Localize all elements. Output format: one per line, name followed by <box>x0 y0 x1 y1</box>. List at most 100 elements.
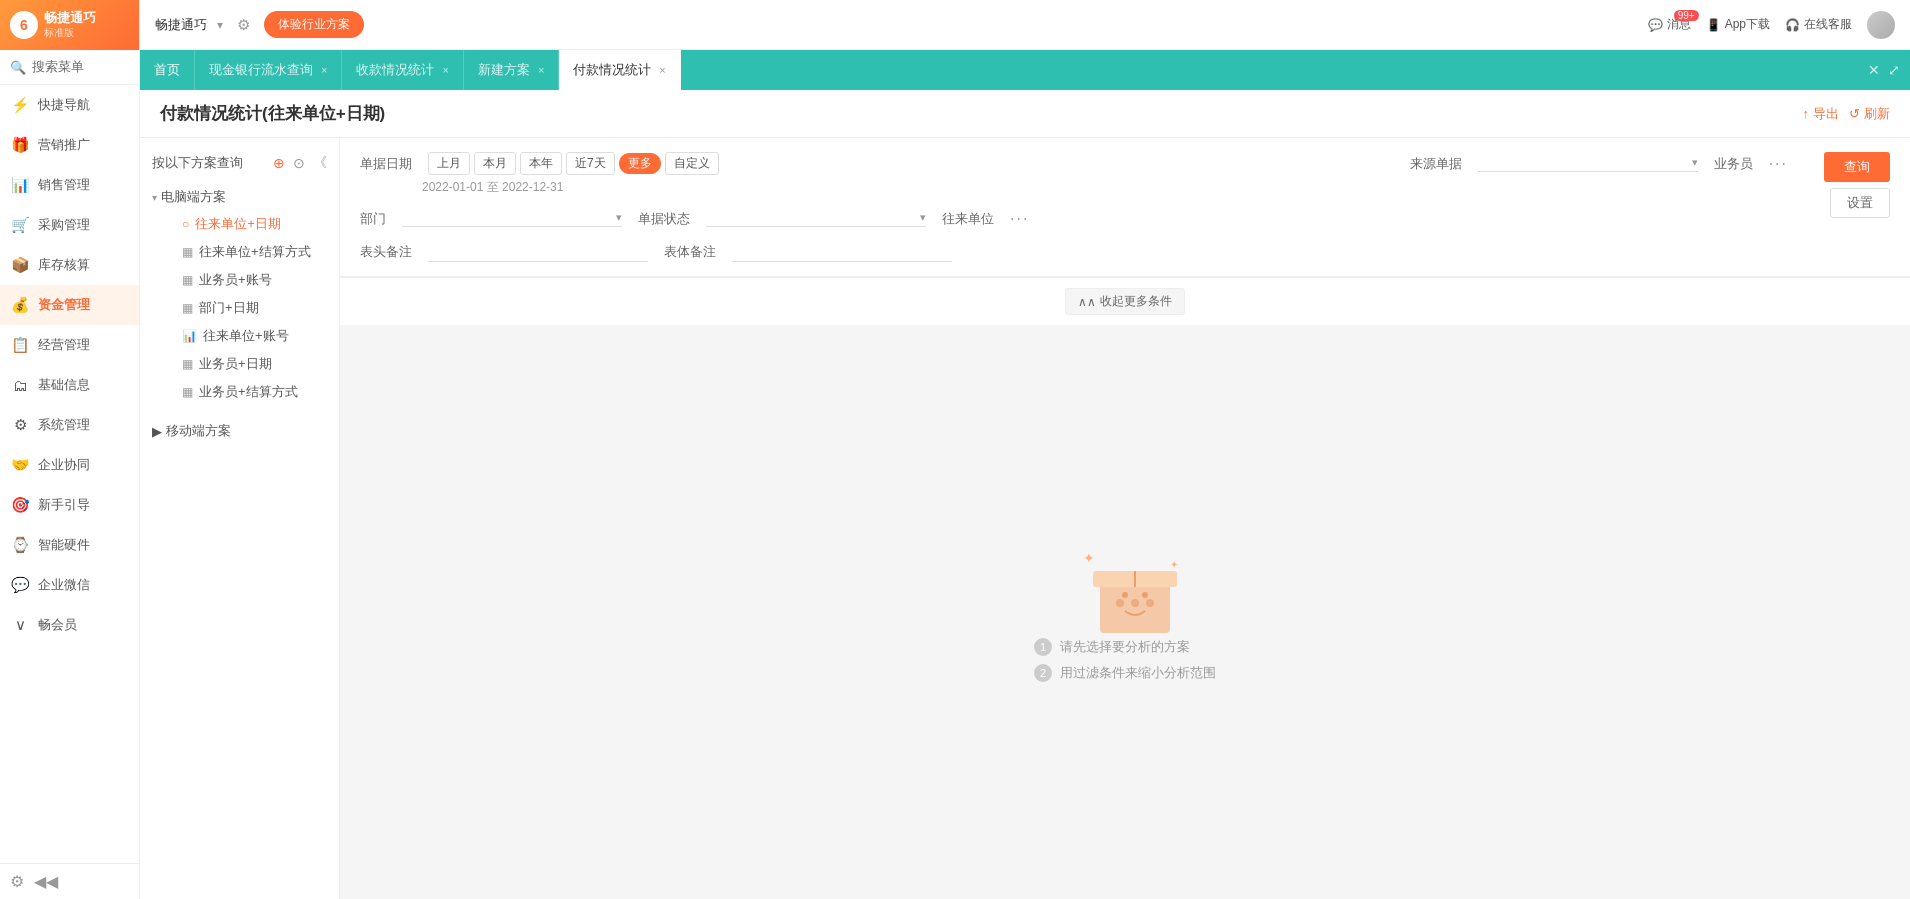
online-service-btn[interactable]: 🎧 在线客服 <box>1785 16 1852 33</box>
scheme-icon-partner-account: 📊 <box>182 329 197 343</box>
search-menu[interactable]: 🔍 搜索菜单 <box>0 50 139 85</box>
tab-cash-flow[interactable]: 现金银行流水查询× <box>195 50 342 90</box>
messages-btn[interactable]: 💬 消息 99+ <box>1648 16 1691 33</box>
nav-label-marketing: 营销推广 <box>38 136 90 154</box>
avatar[interactable] <box>1867 11 1895 39</box>
sidebar: 6 畅捷通巧 标准版 🔍 搜索菜单 ⚡快捷导航🎁营销推广📊销售管理🛒采购管理📦库… <box>0 0 140 899</box>
empty-hint-2: 2 用过滤条件来缩小分析范围 <box>1034 664 1216 682</box>
scheme-item-salesman-settle[interactable]: ▦业务员+结算方式 <box>152 378 327 406</box>
export-btn[interactable]: ↑ 导出 <box>1803 105 1840 123</box>
mobile-group-title[interactable]: ▶ 移动端方案 <box>152 418 327 444</box>
sidebar-item-basic[interactable]: 🗂基础信息 <box>0 365 139 405</box>
refresh-label: 刷新 <box>1864 105 1890 123</box>
header-note-input[interactable] <box>428 242 648 262</box>
filter-section: 单据日期 上月 本月 本年 近7天 更多 自定义 <box>340 138 1910 277</box>
scheme-icon-dept-date: ▦ <box>182 301 193 315</box>
sidebar-item-enterprise[interactable]: 🤝企业协同 <box>0 445 139 485</box>
tab-home[interactable]: 首页 <box>140 50 195 90</box>
page-content: 付款情况统计(往来单位+日期) ↑ 导出 ↺ 刷新 按以下方案查询 ⊕ <box>140 90 1910 899</box>
topbar-right: 💬 消息 99+ 📱 App下载 🎧 在线客服 <box>1648 11 1895 39</box>
sidebar-item-purchase[interactable]: 🛒采购管理 <box>0 205 139 245</box>
empty-svg: ✦ ✦ <box>1075 543 1195 643</box>
dept-chevron-icon: ▾ <box>616 211 622 224</box>
date-btn-custom[interactable]: 自定义 <box>665 152 719 175</box>
sidebar-item-member[interactable]: ∨畅会员 <box>0 605 139 645</box>
app-icon: 📱 <box>1706 18 1721 32</box>
tab-close-cash-flow[interactable]: × <box>321 64 327 76</box>
date-btn-7days[interactable]: 近7天 <box>566 152 615 175</box>
source-chevron-icon: ▾ <box>1692 156 1698 169</box>
collapse-panel-icon[interactable]: 《 <box>313 154 327 172</box>
app-download-btn[interactable]: 📱 App下载 <box>1706 16 1770 33</box>
desktop-group-title[interactable]: ▾ 电脑端方案 <box>152 184 327 210</box>
date-btn-this-month[interactable]: 本月 <box>474 152 516 175</box>
expand-tab-icon[interactable]: ⤢ <box>1888 62 1900 78</box>
nav-icon-member: ∨ <box>10 615 30 635</box>
filter-settings-btn[interactable]: 设置 <box>1830 188 1890 218</box>
filter-row-2: 部门 ▾ 单据状态 ▾ 往来单位 <box>360 210 1788 228</box>
scheme-item-salesman-date[interactable]: ▦业务员+日期 <box>152 350 327 378</box>
sidebar-item-operations[interactable]: 📋经营管理 <box>0 325 139 365</box>
partner-dots[interactable]: ··· <box>1010 210 1029 228</box>
nav-icon-system: ⚙ <box>10 415 30 435</box>
search-icon: 🔍 <box>10 60 26 75</box>
settings-scheme-icon[interactable]: ⊙ <box>293 155 305 171</box>
scheme-item-salesman-account[interactable]: ▦业务员+账号 <box>152 266 327 294</box>
scheme-label-dept-date: 部门+日期 <box>199 299 259 317</box>
sidebar-item-quick-nav[interactable]: ⚡快捷导航 <box>0 85 139 125</box>
scheme-item-partner-settle[interactable]: ▦往来单位+结算方式 <box>152 238 327 266</box>
query-btn[interactable]: 查询 <box>1824 152 1890 182</box>
date-btn-this-year[interactable]: 本年 <box>520 152 562 175</box>
nav-label-inventory: 库存核算 <box>38 256 90 274</box>
settings-icon[interactable]: ⚙ <box>10 872 24 891</box>
doc-status-select[interactable]: ▾ <box>706 211 926 227</box>
source-select[interactable]: ▾ <box>1478 156 1698 172</box>
desktop-schemes: ▾ 电脑端方案 ○往来单位+日期▦往来单位+结算方式▦业务员+账号▦部门+日期📊… <box>140 178 339 412</box>
search-label: 搜索菜单 <box>32 58 84 76</box>
date-range-text: 2022-01-01 至 2022-12-31 <box>422 180 563 194</box>
nav-label-operations: 经营管理 <box>38 336 90 354</box>
scheme-items: ○往来单位+日期▦往来单位+结算方式▦业务员+账号▦部门+日期📊往来单位+账号▦… <box>152 210 327 406</box>
scheme-icon-salesman-account: ▦ <box>182 273 193 287</box>
close-tab-icon[interactable]: ✕ <box>1868 62 1880 78</box>
sidebar-item-system[interactable]: ⚙系统管理 <box>0 405 139 445</box>
sidebar-item-sales[interactable]: 📊销售管理 <box>0 165 139 205</box>
collapse-row: ∧∧ 收起更多条件 <box>340 277 1910 325</box>
nav-label-sales: 销售管理 <box>38 176 90 194</box>
sidebar-item-hardware[interactable]: ⌚智能硬件 <box>0 525 139 565</box>
tab-close-new-scheme[interactable]: × <box>538 64 544 76</box>
sidebar-item-inventory[interactable]: 📦库存核算 <box>0 245 139 285</box>
export-icon: ↑ <box>1803 106 1810 121</box>
sidebar-item-wechat[interactable]: 💬企业微信 <box>0 565 139 605</box>
scheme-item-partner-date[interactable]: ○往来单位+日期 <box>152 210 327 238</box>
date-btn-more[interactable]: 更多 <box>619 153 661 174</box>
topbar-chevron-icon[interactable]: ▾ <box>217 18 223 32</box>
tab-close-payments[interactable]: × <box>659 64 665 76</box>
date-btn-last-month[interactable]: 上月 <box>428 152 470 175</box>
nav-label-wechat: 企业微信 <box>38 576 90 594</box>
collapse-filter-btn[interactable]: ∧∧ 收起更多条件 <box>1065 288 1185 315</box>
scheme-item-partner-account[interactable]: 📊往来单位+账号 <box>152 322 327 350</box>
dept-label: 部门 <box>360 210 386 228</box>
sidebar-item-finance[interactable]: 💰资金管理 <box>0 285 139 325</box>
scheme-item-dept-date[interactable]: ▦ 部门+日期 <box>152 294 327 322</box>
trial-btn[interactable]: 体验行业方案 <box>264 11 364 38</box>
tab-receipts[interactable]: 收款情况统计× <box>342 50 463 90</box>
body-note-input[interactable] <box>732 242 952 262</box>
sidebar-bottom: ⚙ ◀◀ <box>0 863 139 899</box>
date-range-row: 2022-01-01 至 2022-12-31 <box>360 179 1788 196</box>
tab-payments[interactable]: 付款情况统计× <box>559 50 680 90</box>
sidebar-item-guide[interactable]: 🎯新手引导 <box>0 485 139 525</box>
source-label: 来源单据 <box>1410 155 1462 173</box>
dept-select[interactable]: ▾ <box>402 211 622 227</box>
topbar-gear-icon[interactable]: ⚙ <box>233 12 254 38</box>
nav-label-basic: 基础信息 <box>38 376 90 394</box>
sidebar-item-marketing[interactable]: 🎁营销推广 <box>0 125 139 165</box>
filter-row-1: 单据日期 上月 本月 本年 近7天 更多 自定义 <box>360 152 1788 175</box>
salesman-dots[interactable]: ··· <box>1769 155 1788 173</box>
add-scheme-icon[interactable]: ⊕ <box>273 155 285 171</box>
collapse-sidebar-icon[interactable]: ◀◀ <box>34 872 58 891</box>
tab-close-receipts[interactable]: × <box>442 64 448 76</box>
tab-new-scheme[interactable]: 新建方案× <box>464 50 559 90</box>
refresh-btn[interactable]: ↺ 刷新 <box>1849 105 1890 123</box>
